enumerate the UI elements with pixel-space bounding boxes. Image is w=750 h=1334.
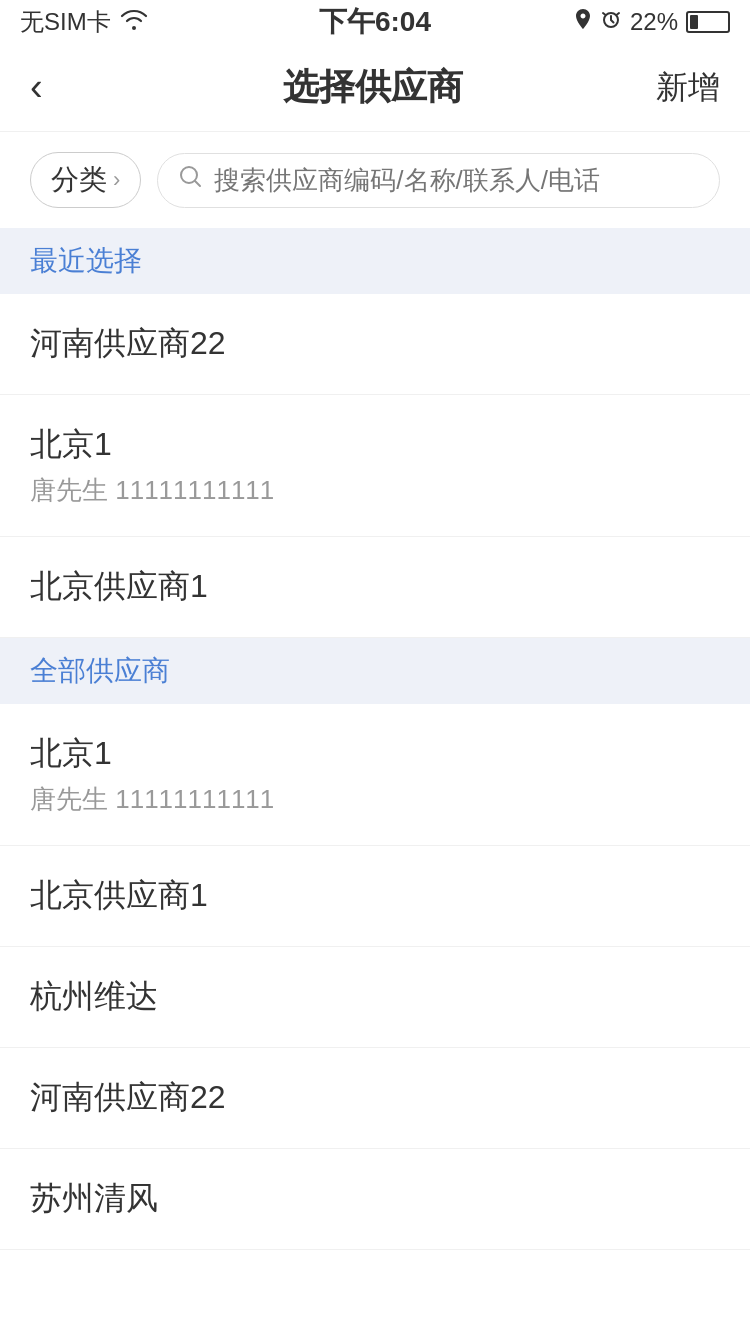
- chevron-right-icon: ›: [113, 167, 120, 193]
- list-item[interactable]: 苏州清风: [0, 1149, 750, 1250]
- nav-bar: ‹ 选择供应商 新增: [0, 44, 750, 132]
- list-item[interactable]: 北京供应商1: [0, 846, 750, 947]
- list-item[interactable]: 北京1 唐先生 11111111111: [0, 395, 750, 537]
- all-list: 北京1 唐先生 11111111111 北京供应商1 杭州维达河南供应商22 苏州清风: [0, 704, 750, 1250]
- item-sub: 唐先生 11111111111: [30, 782, 720, 817]
- status-right: 22%: [574, 8, 730, 36]
- item-name: 杭州维达: [30, 975, 720, 1019]
- item-name: 北京1: [30, 732, 720, 776]
- all-section-header: 全部供应商: [0, 638, 750, 704]
- wifi-icon: [119, 8, 149, 36]
- recent-section-header: 最近选择: [0, 228, 750, 294]
- item-sub: 唐先生 11111111111: [30, 473, 720, 508]
- list-item[interactable]: 河南供应商22: [0, 1048, 750, 1149]
- item-name: 北京供应商1: [30, 874, 720, 918]
- search-icon: [178, 164, 204, 197]
- recent-section-label: 最近选择: [30, 245, 142, 276]
- search-input[interactable]: [214, 165, 699, 196]
- page-title: 选择供应商: [283, 63, 463, 112]
- list-item[interactable]: 河南供应商22: [0, 294, 750, 395]
- list-item[interactable]: 北京1 唐先生 11111111111: [0, 704, 750, 846]
- battery-percent: 22%: [630, 8, 678, 36]
- location-icon: [574, 8, 592, 36]
- status-bar: 无SIM卡 下午6:04 22%: [0, 0, 750, 44]
- list-item[interactable]: 北京供应商1: [0, 537, 750, 638]
- item-name: 河南供应商22: [30, 1076, 720, 1120]
- alarm-icon: [600, 8, 622, 36]
- recent-list: 河南供应商22 北京1 唐先生 11111111111 北京供应商1: [0, 294, 750, 638]
- status-time: 下午6:04: [319, 3, 431, 41]
- back-button[interactable]: ‹: [30, 66, 90, 109]
- item-name: 北京1: [30, 423, 720, 467]
- status-left: 无SIM卡: [20, 6, 149, 38]
- item-name: 苏州清风: [30, 1177, 720, 1221]
- item-name: 北京供应商1: [30, 565, 720, 609]
- battery-icon: [686, 11, 730, 33]
- category-button[interactable]: 分类 ›: [30, 152, 141, 208]
- search-box[interactable]: [157, 153, 720, 208]
- add-button[interactable]: 新增: [656, 66, 720, 110]
- item-name: 河南供应商22: [30, 322, 720, 366]
- list-item[interactable]: 杭州维达: [0, 947, 750, 1048]
- filter-bar: 分类 ›: [0, 132, 750, 228]
- category-label: 分类: [51, 161, 107, 199]
- all-section-label: 全部供应商: [30, 655, 170, 686]
- carrier-text: 无SIM卡: [20, 6, 111, 38]
